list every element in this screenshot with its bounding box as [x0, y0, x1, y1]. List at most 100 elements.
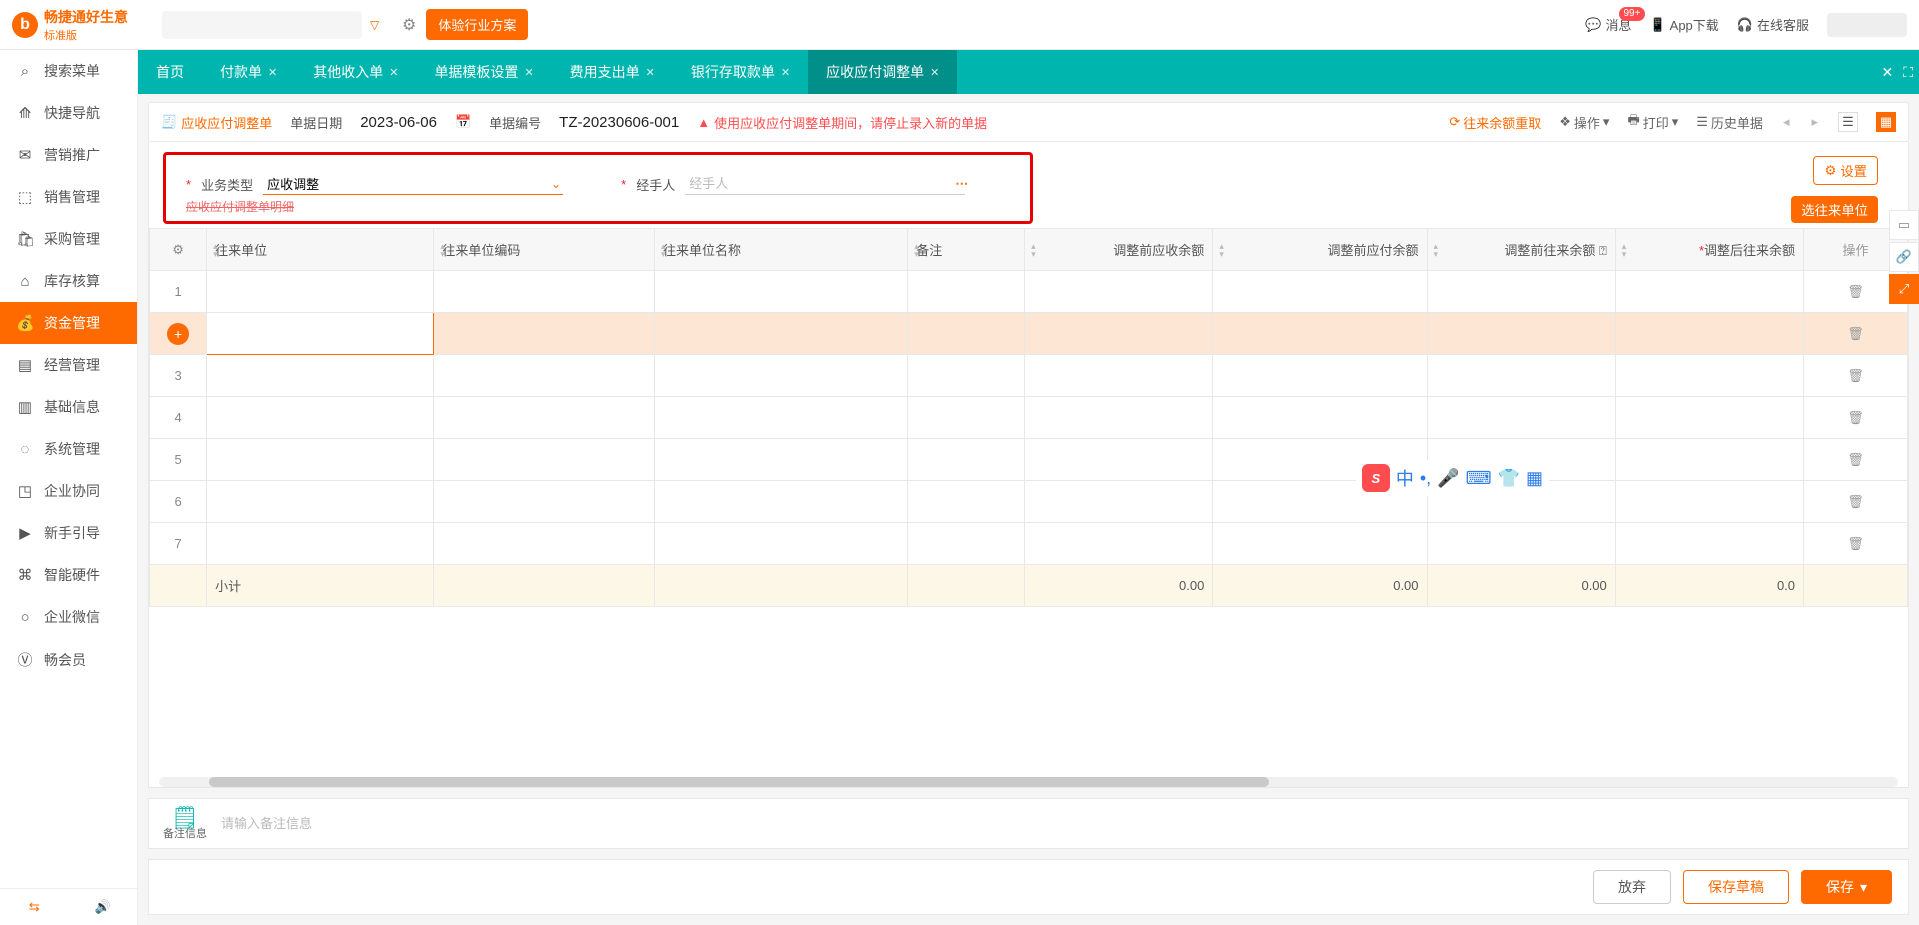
col-pre-recv[interactable]: ▴▾调整前应收余额 [1025, 229, 1213, 271]
support-link[interactable]: 🎧 在线客服 [1737, 15, 1809, 34]
sidebar-icon: Ⓥ [16, 649, 34, 670]
col-pre-pay[interactable]: ▴▾调整前应付余额 [1213, 229, 1427, 271]
sidebar-sound-button[interactable]: 🔊 [69, 889, 138, 925]
sidebar-item-1[interactable]: ⟰快捷导航 [0, 92, 137, 134]
tab-5[interactable]: 银行存取款单✕ [673, 50, 808, 94]
close-icon[interactable]: ✕ [268, 66, 277, 79]
grid-horizontal-scrollbar[interactable] [159, 777, 1898, 787]
logo-icon: b [12, 12, 38, 38]
prev-doc-icon[interactable]: ◂ [1781, 114, 1792, 130]
print-dropdown[interactable]: 🖶 打印 ▾ [1627, 111, 1678, 133]
ime-mic-icon[interactable]: 🎤 [1437, 468, 1459, 489]
tab-3[interactable]: 单据模板设置✕ [416, 50, 551, 94]
date-value[interactable]: 2023-06-06 [360, 114, 437, 131]
sidebar-item-11[interactable]: ▶新手引导 [0, 512, 137, 554]
col-pre-bal[interactable]: ▴▾调整前往来余额 ⍰ [1427, 229, 1615, 271]
col-post-bal[interactable]: ▴▾*调整后往来余额 [1615, 229, 1803, 271]
next-doc-icon[interactable]: ▸ [1809, 114, 1820, 130]
sidebar-item-4[interactable]: 🛍采购管理 [0, 218, 137, 260]
user-avatar[interactable] [1827, 13, 1907, 37]
ime-skin-icon[interactable]: 👕 [1498, 468, 1520, 489]
col-remark[interactable]: ▴▾备注 [908, 229, 1025, 271]
sidebar-item-13[interactable]: ○企业微信 [0, 596, 137, 638]
tab-expand-icon[interactable]: ⛶ [1903, 64, 1913, 81]
settings-button[interactable]: ⚙设置 [1813, 156, 1878, 185]
app-download-link[interactable]: 📱 App下载 [1649, 15, 1718, 34]
calendar-icon[interactable]: 📅 [455, 114, 471, 130]
sidebar-item-5[interactable]: ⌂库存核算 [0, 260, 137, 302]
sidebar-item-7[interactable]: ▤经营管理 [0, 344, 137, 386]
sidebar-item-14[interactable]: Ⓥ畅会员 [0, 638, 137, 681]
remark-input[interactable] [221, 816, 1894, 831]
ime-keyboard-icon[interactable]: ⌨ [1466, 468, 1492, 489]
row-delete-icon[interactable]: 🗑 [1804, 313, 1908, 355]
close-icon[interactable]: ✕ [781, 66, 790, 79]
table-row[interactable]: 7🗑 [150, 523, 1908, 565]
row-delete-icon[interactable]: 🗑 [1804, 481, 1908, 523]
tab-close-all-icon[interactable]: ✕ [1881, 64, 1893, 81]
biz-type-select[interactable] [263, 173, 563, 195]
view-list-icon[interactable]: ☰ [1838, 112, 1858, 132]
pick-unit-button[interactable]: 选往来单位 [1791, 196, 1878, 223]
row-number: 6 [150, 481, 207, 523]
gear-icon[interactable]: ⚙ [392, 15, 426, 35]
save-draft-button[interactable]: 保存草稿 [1683, 870, 1789, 904]
handler-input[interactable] [685, 173, 965, 195]
view-card-icon[interactable]: ▦ [1876, 112, 1896, 132]
table-row[interactable]: +🗑 [150, 313, 1908, 355]
sidebar-icon: ◌ [16, 441, 34, 458]
table-row[interactable]: 1🗑 [150, 271, 1908, 313]
messages-link[interactable]: 💬 消息 99+ [1585, 15, 1631, 34]
tab-1[interactable]: 付款单 ✕ [202, 50, 295, 94]
sidebar-item-12[interactable]: ⌘智能硬件 [0, 554, 137, 596]
row-delete-icon[interactable]: 🗑 [1804, 439, 1908, 481]
sidebar-item-9[interactable]: ◌系统管理 [0, 428, 137, 470]
save-button[interactable]: 保存▾ [1801, 870, 1892, 904]
sidebar-item-10[interactable]: ◳企业协同 [0, 470, 137, 512]
sidebar-item-0[interactable]: ⌕搜索菜单 [0, 50, 137, 92]
rail-expand-icon[interactable]: ⤢ [1889, 274, 1919, 304]
col-unit-code[interactable]: ▴▾往来单位编码 [434, 229, 655, 271]
history-button[interactable]: ☰ 历史单据 [1696, 113, 1763, 132]
sidebar-item-3[interactable]: ⬚销售管理 [0, 176, 137, 218]
tab-4[interactable]: 费用支出单✕ [552, 50, 673, 94]
discard-button[interactable]: 放弃 [1593, 870, 1671, 904]
tab-6[interactable]: 应收应付调整单✕ [808, 50, 957, 94]
experience-button[interactable]: 体验行业方案 [426, 9, 528, 40]
ops-dropdown[interactable]: ❖ 操作 ▾ [1559, 113, 1609, 132]
rail-attach-icon[interactable]: 🔗 [1889, 242, 1919, 272]
col-unit[interactable]: ▴▾往来单位 [207, 229, 434, 271]
sidebar-item-8[interactable]: ▥基础信息 [0, 386, 137, 428]
sidebar-icon: ▤ [16, 356, 34, 374]
tab-0[interactable]: 首页 [138, 50, 202, 94]
org-selector[interactable]: ▽ [152, 11, 392, 39]
col-unit-name[interactable]: ▴▾往来单位名称 [655, 229, 908, 271]
table-row[interactable]: 3🗑 [150, 355, 1908, 397]
chevron-down-icon[interactable]: ⌄ [551, 177, 561, 191]
table-row[interactable]: 6🗑 [150, 481, 1908, 523]
handler-lookup-icon[interactable]: ⋯ [955, 176, 968, 192]
close-icon[interactable]: ✕ [524, 66, 533, 79]
close-icon[interactable]: ✕ [930, 66, 939, 79]
regrab-button[interactable]: ⟳ 往来余额重取 [1449, 113, 1541, 132]
sidebar-item-2[interactable]: ✉营销推广 [0, 134, 137, 176]
table-row[interactable]: 5🗑 [150, 439, 1908, 481]
row-delete-icon[interactable]: 🗑 [1804, 355, 1908, 397]
table-row[interactable]: 4🗑 [150, 397, 1908, 439]
ime-punct-icon[interactable]: •, [1420, 468, 1431, 489]
grid-settings-icon[interactable]: ⚙ [150, 229, 207, 271]
tab-2[interactable]: 其他收入单✕ [295, 50, 416, 94]
sidebar-collapse-button[interactable]: ⇆ [0, 889, 69, 925]
close-icon[interactable]: ✕ [389, 66, 398, 79]
tab-label: 付款单 [220, 62, 262, 82]
ime-bar[interactable]: S 中 •, 🎤 ⌨ 👕 ▦ [1356, 460, 1549, 496]
add-row-icon[interactable]: + [167, 323, 189, 345]
ime-toolbox-icon[interactable]: ▦ [1526, 468, 1543, 489]
sidebar-item-6[interactable]: 💰资金管理 [0, 302, 137, 344]
row-delete-icon[interactable]: 🗑 [1804, 397, 1908, 439]
sidebar-icon: ▥ [16, 398, 34, 416]
rail-note-icon[interactable]: ▭ [1889, 210, 1919, 240]
row-delete-icon[interactable]: 🗑 [1804, 523, 1908, 565]
close-icon[interactable]: ✕ [646, 66, 655, 79]
ime-lang[interactable]: 中 [1396, 465, 1414, 491]
